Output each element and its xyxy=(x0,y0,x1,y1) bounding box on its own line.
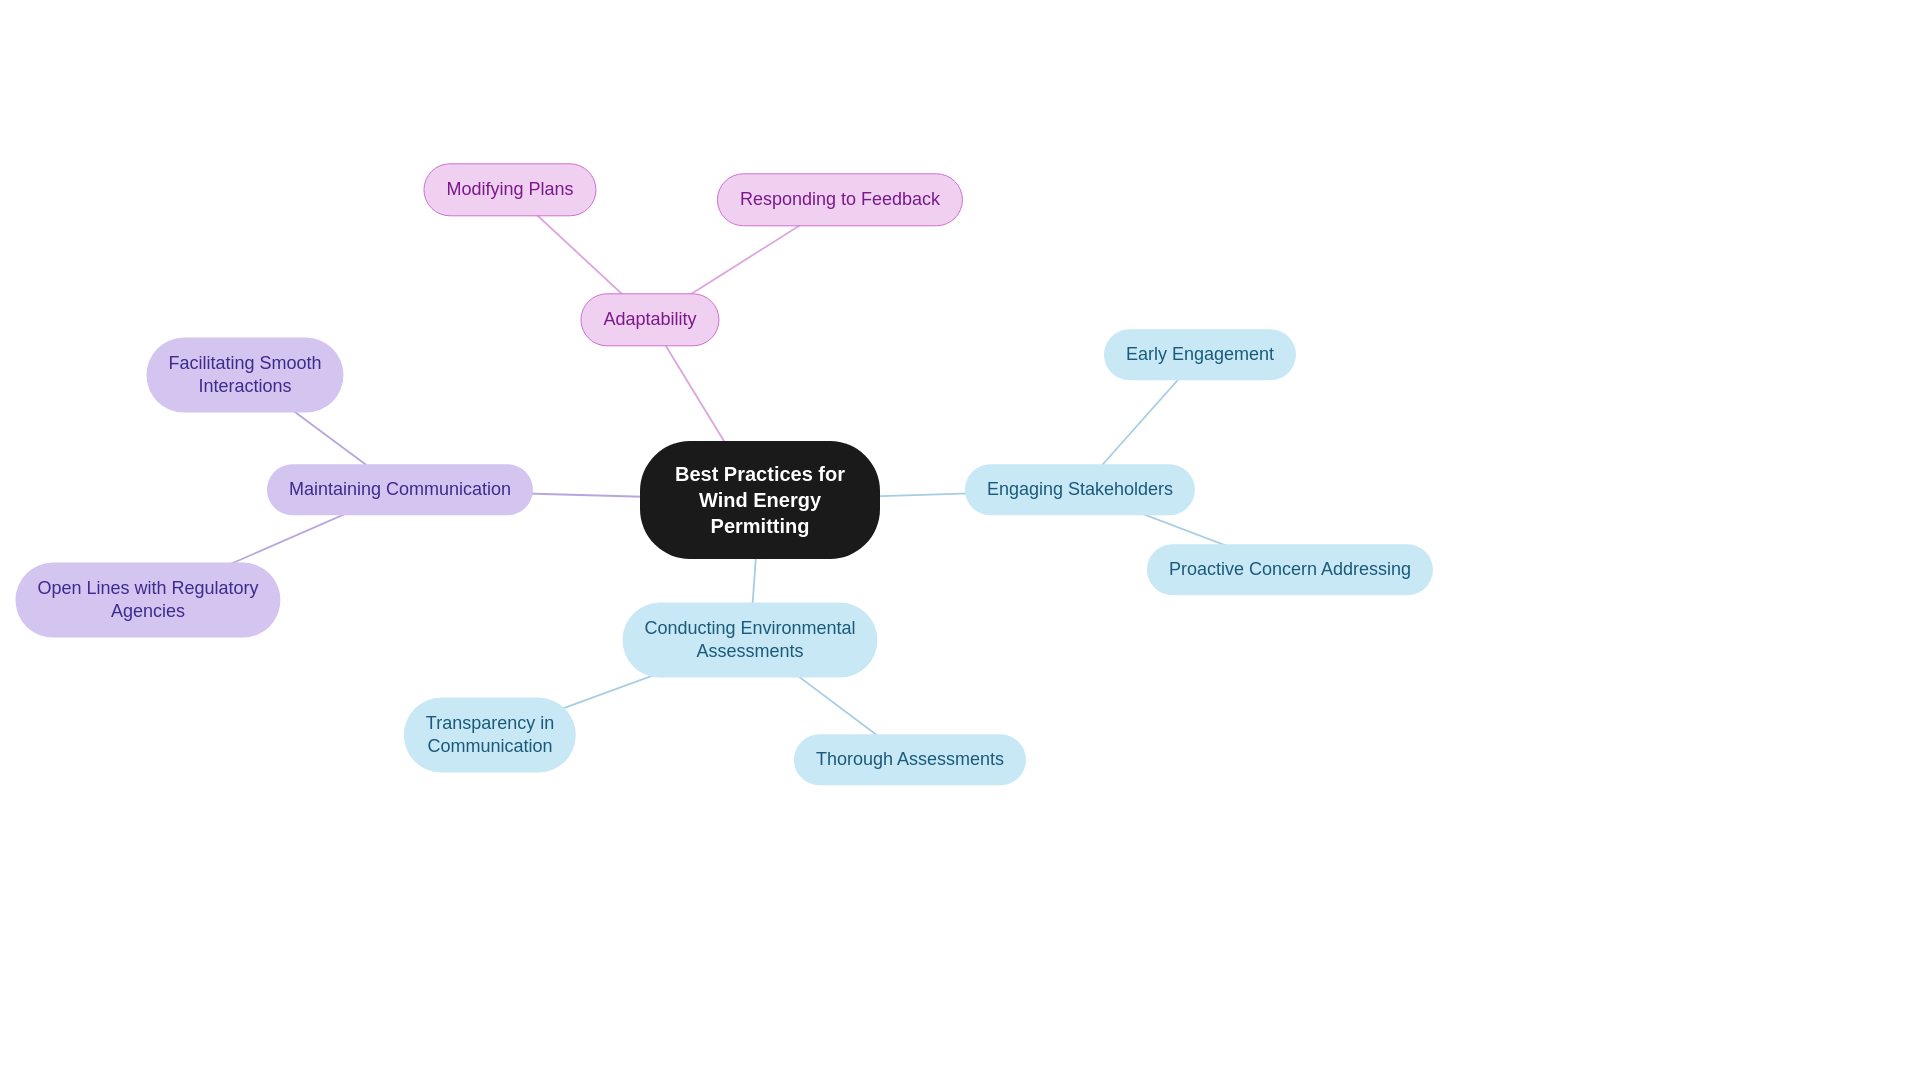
label-engaging-stakeholders: Engaging Stakeholders xyxy=(987,478,1173,501)
label-modifying-plans: Modifying Plans xyxy=(446,178,573,201)
node-maintaining-communication[interactable]: Maintaining Communication xyxy=(267,464,533,515)
node-transparency[interactable]: Transparency in Communication xyxy=(404,698,576,773)
label-conducting-environmental: Conducting Environmental Assessments xyxy=(644,617,855,664)
center-node[interactable]: Best Practices for Wind Energy Permittin… xyxy=(640,441,880,559)
label-facilitating-smooth: Facilitating Smooth Interactions xyxy=(168,352,321,399)
label-open-lines: Open Lines with Regulatory Agencies xyxy=(37,577,258,624)
node-modifying-plans[interactable]: Modifying Plans xyxy=(423,163,596,216)
node-engaging-stakeholders[interactable]: Engaging Stakeholders xyxy=(965,464,1195,515)
node-facilitating-smooth[interactable]: Facilitating Smooth Interactions xyxy=(146,338,343,413)
node-early-engagement[interactable]: Early Engagement xyxy=(1104,329,1296,380)
label-transparency: Transparency in Communication xyxy=(426,712,554,759)
connections-svg xyxy=(0,0,1920,1083)
label-adaptability: Adaptability xyxy=(603,308,696,331)
node-thorough-assessments[interactable]: Thorough Assessments xyxy=(794,734,1026,785)
mindmap-container: Best Practices for Wind Energy Permittin… xyxy=(0,0,1920,1083)
node-open-lines[interactable]: Open Lines with Regulatory Agencies xyxy=(15,563,280,638)
label-early-engagement: Early Engagement xyxy=(1126,343,1274,366)
label-responding-to-feedback: Responding to Feedback xyxy=(740,188,940,211)
label-maintaining-communication: Maintaining Communication xyxy=(289,478,511,501)
node-proactive-concern[interactable]: Proactive Concern Addressing xyxy=(1147,544,1433,595)
center-label: Best Practices for Wind Energy Permittin… xyxy=(668,461,852,539)
node-conducting-environmental[interactable]: Conducting Environmental Assessments xyxy=(622,603,877,678)
label-thorough-assessments: Thorough Assessments xyxy=(816,748,1004,771)
node-responding-to-feedback[interactable]: Responding to Feedback xyxy=(717,173,963,226)
node-adaptability[interactable]: Adaptability xyxy=(580,293,719,346)
label-proactive-concern: Proactive Concern Addressing xyxy=(1169,558,1411,581)
